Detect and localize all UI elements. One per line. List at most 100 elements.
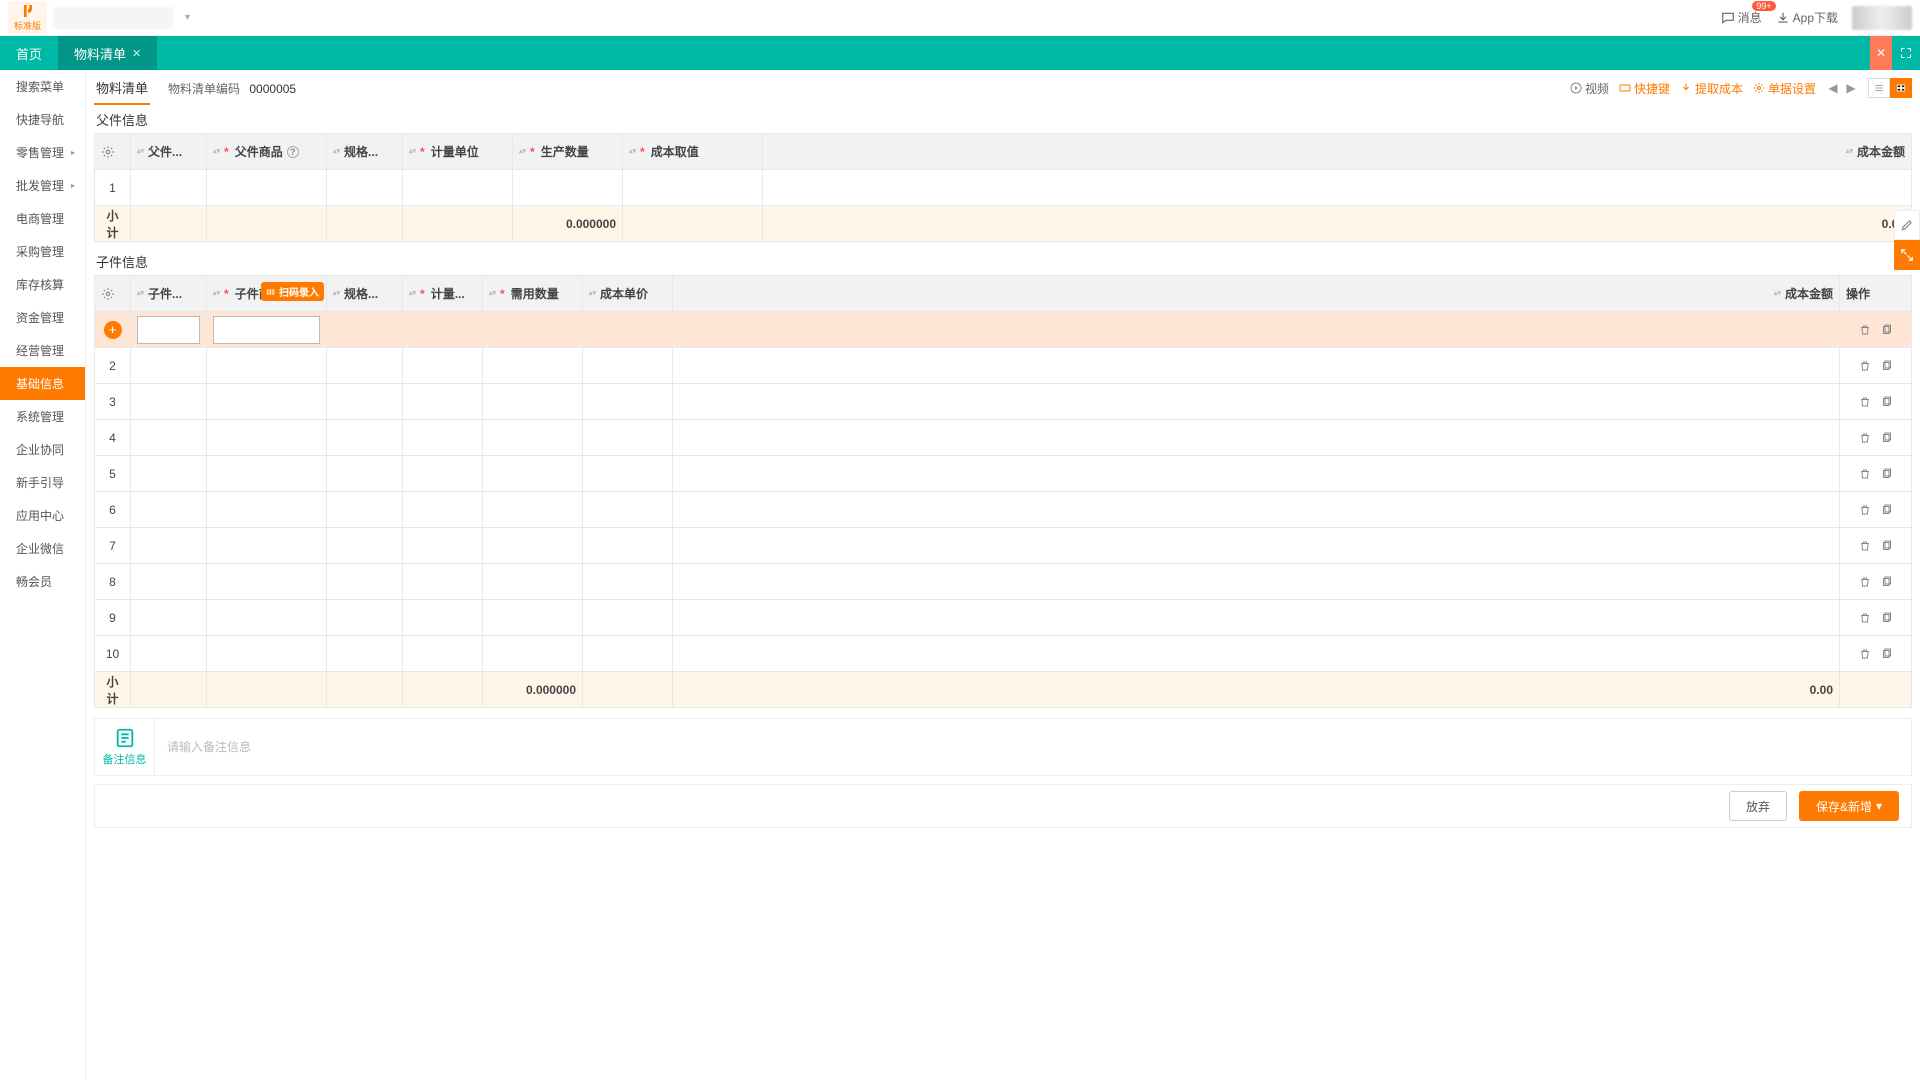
delete-row-icon[interactable] — [1859, 360, 1871, 372]
child-row[interactable]: 9 — [95, 600, 1912, 636]
parent-col-amount[interactable]: ▴▾成本金额 — [763, 134, 1912, 170]
delete-row-icon[interactable] — [1859, 504, 1871, 516]
sidebar-item[interactable]: 搜索菜单 — [0, 70, 85, 103]
sidebar-item[interactable]: 电商管理 — [0, 202, 85, 235]
child-col-amount[interactable]: ▴▾成本金额 — [673, 276, 1840, 312]
tabbar-close-button[interactable]: ✕ — [1870, 36, 1892, 70]
note-icon — [114, 727, 136, 749]
nav-prev[interactable]: ◀ — [1826, 79, 1840, 97]
delete-row-icon[interactable] — [1859, 576, 1871, 588]
child-row[interactable]: 2 — [95, 348, 1912, 384]
sidebar: 搜索菜单快捷导航零售管理▸批发管理▸ 电商管理采购管理库存核算资金管理经营管理基础… — [0, 70, 86, 1080]
fullscreen-button[interactable] — [1892, 36, 1920, 70]
child-row[interactable]: 6 — [95, 492, 1912, 528]
child-row[interactable]: 7 — [95, 528, 1912, 564]
sidebar-item[interactable]: 基础信息 — [0, 367, 85, 400]
copy-row-icon[interactable] — [1881, 324, 1893, 336]
app-download-label: App下载 — [1793, 9, 1838, 26]
child-col-code[interactable]: ▴▾子件... — [131, 276, 207, 312]
copy-row-icon[interactable] — [1881, 468, 1893, 480]
child-col-price[interactable]: ▴▾成本单价 — [583, 276, 673, 312]
delete-row-icon[interactable] — [1859, 396, 1871, 408]
org-selector[interactable] — [53, 7, 173, 29]
parent-col-product[interactable]: ▴▾*父件商品? — [207, 134, 327, 170]
child-row[interactable]: 10 — [95, 636, 1912, 672]
delete-row-icon[interactable] — [1859, 324, 1871, 336]
pencil-icon — [1900, 218, 1914, 232]
sidebar-item[interactable]: 企业微信 — [0, 532, 85, 565]
sidebar-item[interactable]: 采购管理 — [0, 235, 85, 268]
messages-button[interactable]: 消息 99+ — [1721, 9, 1762, 26]
child-row-active[interactable]: + — [95, 312, 1912, 348]
sidebar-item[interactable]: 应用中心 — [0, 499, 85, 532]
dock-edit-button[interactable] — [1894, 210, 1920, 240]
copy-row-icon[interactable] — [1881, 648, 1893, 660]
video-link[interactable]: 视频 — [1570, 80, 1609, 97]
sidebar-item[interactable]: 系统管理 — [0, 400, 85, 433]
copy-row-icon[interactable] — [1881, 576, 1893, 588]
child-row[interactable]: 4 — [95, 420, 1912, 456]
view-list[interactable] — [1868, 78, 1890, 98]
child-col-qty[interactable]: ▴▾*需用数量 — [483, 276, 583, 312]
parent-col-gear[interactable] — [95, 134, 131, 170]
child-col-product[interactable]: ▴▾*子件商... 扫码录入 — [207, 276, 327, 312]
parent-row-1[interactable]: 1 — [95, 170, 1912, 206]
view-form[interactable] — [1890, 78, 1912, 98]
delete-row-icon[interactable] — [1859, 468, 1871, 480]
extract-cost-link[interactable]: 提取成本 — [1680, 80, 1743, 97]
add-row-button[interactable]: + — [104, 321, 122, 339]
delete-row-icon[interactable] — [1859, 540, 1871, 552]
form-setting-link[interactable]: 单据设置 — [1753, 80, 1816, 97]
dock-expand-button[interactable] — [1894, 240, 1920, 270]
tab-bom[interactable]: 物料清单 ✕ — [58, 36, 157, 70]
shortcut-link[interactable]: 快捷键 — [1619, 80, 1670, 97]
child-row[interactable]: 8 — [95, 564, 1912, 600]
discard-button[interactable]: 放弃 — [1729, 791, 1787, 821]
sidebar-item[interactable]: 批发管理▸ — [0, 169, 85, 202]
sidebar-item[interactable]: 零售管理▸ — [0, 136, 85, 169]
app-download-button[interactable]: App下载 — [1776, 9, 1838, 26]
parent-col-unit[interactable]: ▴▾*计量单位 — [403, 134, 513, 170]
copy-row-icon[interactable] — [1881, 504, 1893, 516]
sidebar-item[interactable]: 资金管理 — [0, 301, 85, 334]
delete-row-icon[interactable] — [1859, 648, 1871, 660]
close-icon[interactable]: ✕ — [132, 47, 141, 60]
row-index: 10 — [95, 636, 131, 672]
help-icon[interactable]: ? — [287, 146, 299, 158]
child-col-gear[interactable] — [95, 276, 131, 312]
app-logo: 标准版 — [8, 1, 47, 34]
nav-next[interactable]: ▶ — [1844, 79, 1858, 97]
sidebar-item[interactable]: 经营管理 — [0, 334, 85, 367]
child-row[interactable]: 3 — [95, 384, 1912, 420]
remark-input[interactable] — [155, 719, 1911, 775]
child-col-spec[interactable]: ▴▾规格... — [327, 276, 403, 312]
sidebar-item-label: 电商管理 — [16, 210, 64, 227]
sidebar-item[interactable]: 畅会员 — [0, 565, 85, 598]
child-col-unit[interactable]: ▴▾*计量... — [403, 276, 483, 312]
delete-row-icon[interactable] — [1859, 432, 1871, 444]
save-new-button[interactable]: 保存&新增▾ — [1799, 791, 1899, 821]
user-avatar[interactable] — [1852, 6, 1912, 30]
tab-home-label: 首页 — [16, 44, 42, 63]
copy-row-icon[interactable] — [1881, 432, 1893, 444]
child-code-input[interactable] — [137, 316, 200, 344]
sidebar-item[interactable]: 快捷导航 — [0, 103, 85, 136]
tab-home[interactable]: 首页 — [0, 36, 58, 70]
parent-col-costsrc[interactable]: ▴▾*成本取值 — [623, 134, 763, 170]
copy-row-icon[interactable] — [1881, 396, 1893, 408]
copy-row-icon[interactable] — [1881, 360, 1893, 372]
child-row[interactable]: 5 — [95, 456, 1912, 492]
delete-row-icon[interactable] — [1859, 612, 1871, 624]
sidebar-item[interactable]: 企业协同 — [0, 433, 85, 466]
scan-entry-button[interactable]: 扫码录入 — [261, 282, 324, 301]
sidebar-item[interactable]: 库存核算 — [0, 268, 85, 301]
parent-col-qty[interactable]: ▴▾*生产数量 — [513, 134, 623, 170]
copy-row-icon[interactable] — [1881, 612, 1893, 624]
parent-col-spec[interactable]: ▴▾规格... — [327, 134, 403, 170]
chat-icon — [1721, 11, 1735, 25]
child-product-input[interactable] — [213, 316, 320, 344]
parent-col-code[interactable]: ▴▾父件... — [131, 134, 207, 170]
copy-row-icon[interactable] — [1881, 540, 1893, 552]
sidebar-item[interactable]: 新手引导 — [0, 466, 85, 499]
chevron-down-icon[interactable]: ▾ — [185, 12, 190, 23]
